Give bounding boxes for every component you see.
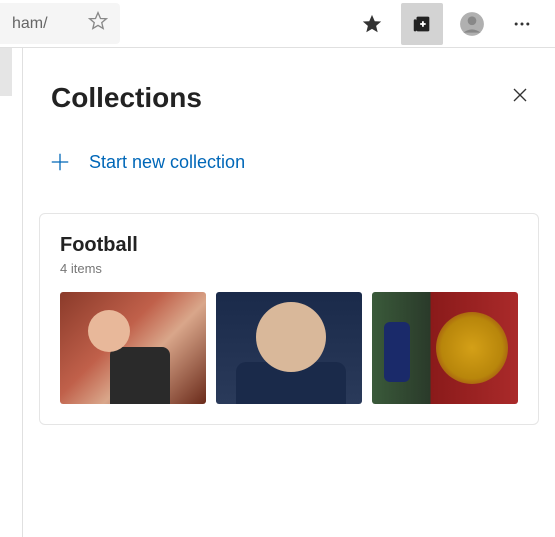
panel-title: Collections: [43, 82, 202, 114]
plus-icon: [49, 151, 71, 173]
favorites-button[interactable]: [351, 3, 393, 45]
panel-header: Collections: [43, 80, 535, 115]
collection-thumbnail: [60, 292, 206, 404]
collection-thumbnails: [60, 292, 518, 404]
collection-name: Football: [60, 234, 518, 257]
collection-thumbnail: [216, 292, 362, 404]
collection-item-count: 4 items: [60, 261, 518, 276]
collection-card[interactable]: Football 4 items: [39, 213, 539, 425]
close-icon: [511, 86, 529, 104]
start-new-collection-label: Start new collection: [89, 152, 245, 173]
collection-thumbnail: [372, 292, 518, 404]
profile-button[interactable]: [451, 3, 493, 45]
collections-panel: Collections Start new collection Footbal…: [22, 48, 555, 537]
url-text: ham/: [12, 15, 48, 33]
browser-toolbar: ham/: [0, 0, 555, 48]
collections-button[interactable]: [401, 3, 443, 45]
favorite-star-outline-icon[interactable]: [88, 11, 108, 36]
more-options-button[interactable]: [501, 3, 543, 45]
close-button[interactable]: [505, 80, 535, 115]
side-edge: [0, 48, 12, 96]
toolbar-buttons: [351, 3, 555, 45]
address-bar-fragment[interactable]: ham/: [0, 3, 120, 44]
start-new-collection-button[interactable]: Start new collection: [43, 151, 535, 173]
